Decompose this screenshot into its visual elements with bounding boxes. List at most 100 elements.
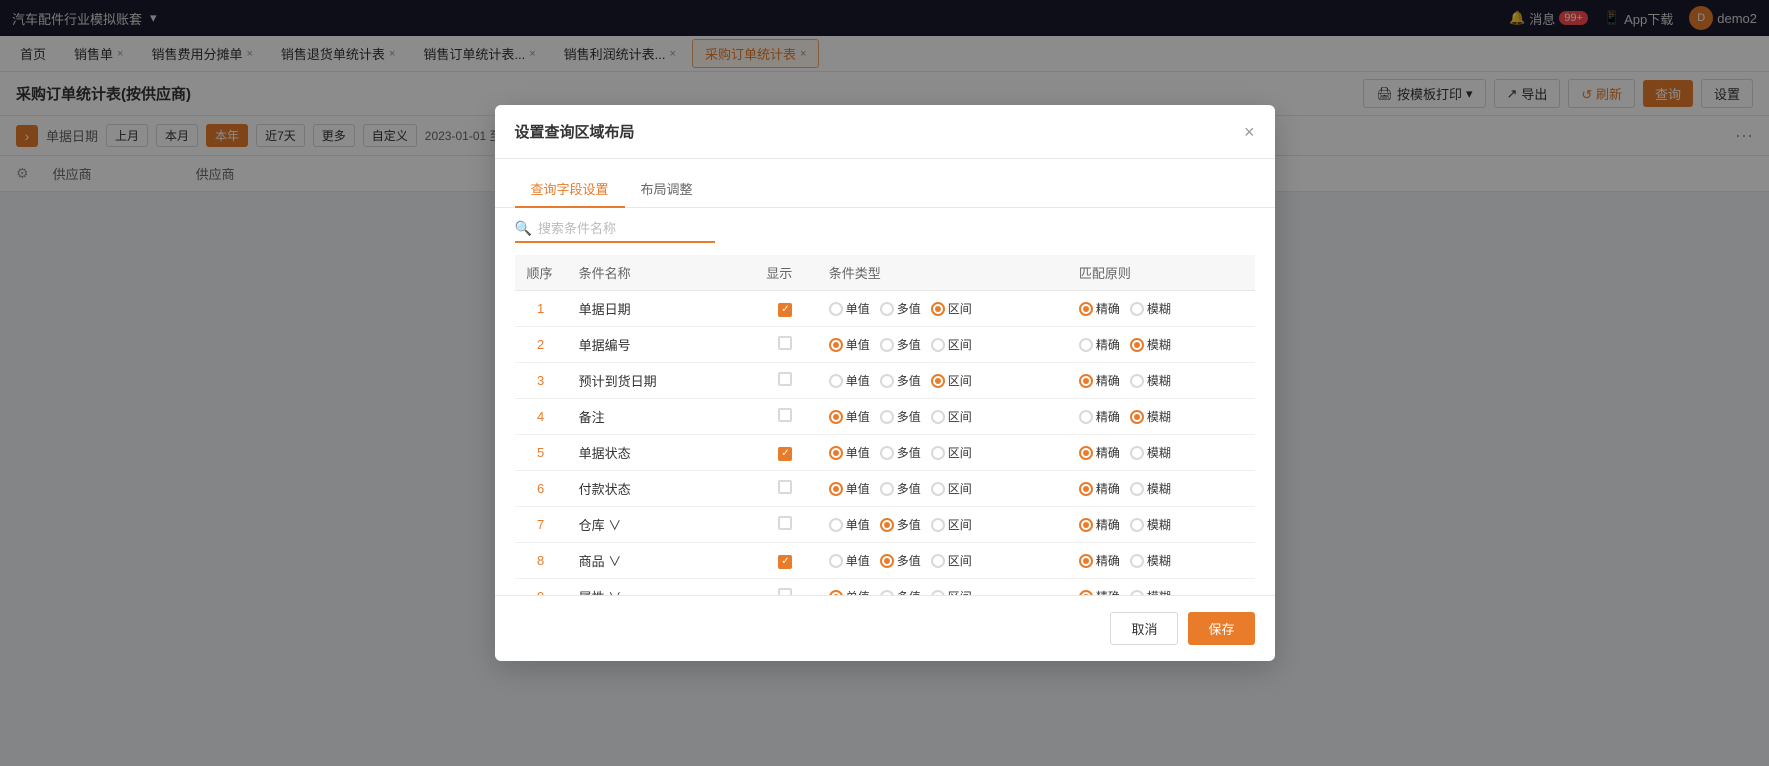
radio-type-1-1[interactable]: 多值 xyxy=(880,300,921,317)
row-match-4: 精确模糊 xyxy=(1067,399,1255,435)
row-order-7: 7 xyxy=(515,507,567,543)
radio-type-2-0[interactable]: 单值 xyxy=(829,336,870,353)
radio-type-3-2[interactable]: 区间 xyxy=(931,372,972,389)
row-type-1: 单值多值区间 xyxy=(817,291,1067,327)
row-order-1: 1 xyxy=(515,291,567,327)
radio-match-5-1[interactable]: 模糊 xyxy=(1130,444,1171,461)
radio-match-7-0[interactable]: 精确 xyxy=(1079,516,1120,533)
radio-type-9-2[interactable]: 区间 xyxy=(931,588,972,595)
row-display-checkbox-1[interactable] xyxy=(754,291,817,327)
radio-type-8-0[interactable]: 单值 xyxy=(829,552,870,569)
radio-match-6-1[interactable]: 模糊 xyxy=(1130,480,1171,497)
table-row: 6付款状态单值多值区间精确模糊 xyxy=(515,471,1255,507)
search-input[interactable] xyxy=(538,221,698,236)
checkbox-2[interactable] xyxy=(778,336,792,350)
checkbox-7[interactable] xyxy=(778,516,792,530)
radio-type-7-2[interactable]: 区间 xyxy=(931,516,972,533)
modal-tab-layout[interactable]: 布局调整 xyxy=(625,171,709,208)
row-display-checkbox-7[interactable] xyxy=(754,507,817,543)
radio-type-2-1[interactable]: 多值 xyxy=(880,336,921,353)
modal-header: 设置查询区域布局 × xyxy=(495,105,1275,159)
radio-match-3-1[interactable]: 模糊 xyxy=(1130,372,1171,389)
save-button[interactable]: 保存 xyxy=(1188,612,1254,645)
row-order-8: 8 xyxy=(515,543,567,579)
radio-type-8-2[interactable]: 区间 xyxy=(931,552,972,569)
row-type-2: 单值多值区间 xyxy=(817,327,1067,363)
row-match-7: 精确模糊 xyxy=(1067,507,1255,543)
modal-search-area: 🔍 xyxy=(495,208,1275,255)
radio-type-4-1[interactable]: 多值 xyxy=(880,408,921,425)
modal-body: 顺序 条件名称 显示 条件类型 匹配原则 1单据日期单值多值区间精确模糊2单据编… xyxy=(495,255,1275,595)
radio-type-4-0[interactable]: 单值 xyxy=(829,408,870,425)
checkbox-6[interactable] xyxy=(778,480,792,494)
radio-type-9-1[interactable]: 多值 xyxy=(880,588,921,595)
radio-type-7-0[interactable]: 单值 xyxy=(829,516,870,533)
row-type-5: 单值多值区间 xyxy=(817,435,1067,471)
radio-type-4-2[interactable]: 区间 xyxy=(931,408,972,425)
radio-match-4-0[interactable]: 精确 xyxy=(1079,408,1120,425)
radio-match-1-0[interactable]: 精确 xyxy=(1079,300,1120,317)
radio-match-8-0[interactable]: 精确 xyxy=(1079,552,1120,569)
row-display-checkbox-8[interactable] xyxy=(754,543,817,579)
radio-type-1-2[interactable]: 区间 xyxy=(931,300,972,317)
radio-type-5-1[interactable]: 多值 xyxy=(880,444,921,461)
row-type-4: 单值多值区间 xyxy=(817,399,1067,435)
th-match: 匹配原则 xyxy=(1067,255,1255,291)
th-order: 顺序 xyxy=(515,255,567,291)
radio-match-1-1[interactable]: 模糊 xyxy=(1130,300,1171,317)
radio-match-3-0[interactable]: 精确 xyxy=(1079,372,1120,389)
row-name-7: 仓库 ∨ xyxy=(567,507,755,543)
radio-type-1-0[interactable]: 单值 xyxy=(829,300,870,317)
table-row: 3预计到货日期单值多值区间精确模糊 xyxy=(515,363,1255,399)
checkbox-4[interactable] xyxy=(778,408,792,422)
row-display-checkbox-6[interactable] xyxy=(754,471,817,507)
modal-tab-layout-label: 布局调整 xyxy=(641,182,693,197)
row-display-checkbox-2[interactable] xyxy=(754,327,817,363)
row-match-5: 精确模糊 xyxy=(1067,435,1255,471)
row-display-checkbox-9[interactable] xyxy=(754,579,817,596)
checkbox-5[interactable] xyxy=(778,447,792,461)
cancel-button[interactable]: 取消 xyxy=(1110,612,1178,645)
radio-type-6-2[interactable]: 区间 xyxy=(931,480,972,497)
row-type-9: 单值 多值 区间 xyxy=(817,579,1067,596)
radio-type-8-1[interactable]: 多值 xyxy=(880,552,921,569)
modal-overlay: 设置查询区域布局 × 查询字段设置 布局调整 🔍 xyxy=(0,0,1769,766)
table-row: 5单据状态单值多值区间精确模糊 xyxy=(515,435,1255,471)
radio-match-2-0[interactable]: 精确 xyxy=(1079,336,1120,353)
row-display-checkbox-5[interactable] xyxy=(754,435,817,471)
radio-type-6-1[interactable]: 多值 xyxy=(880,480,921,497)
radio-match-6-0[interactable]: 精确 xyxy=(1079,480,1120,497)
row-match-8: 精确模糊 xyxy=(1067,543,1255,579)
modal-close-button[interactable]: × xyxy=(1244,123,1255,141)
radio-match-7-1[interactable]: 模糊 xyxy=(1130,516,1171,533)
th-name: 条件名称 xyxy=(567,255,755,291)
checkbox-3[interactable] xyxy=(778,372,792,386)
row-name-2: 单据编号 xyxy=(567,327,755,363)
radio-type-7-1[interactable]: 多值 xyxy=(880,516,921,533)
radio-type-3-0[interactable]: 单值 xyxy=(829,372,870,389)
row-name-8: 商品 ∨ xyxy=(567,543,755,579)
checkbox-1[interactable] xyxy=(778,303,792,317)
row-display-checkbox-4[interactable] xyxy=(754,399,817,435)
radio-type-3-1[interactable]: 多值 xyxy=(880,372,921,389)
row-name-9: 属性 ∨ xyxy=(567,579,755,596)
settings-modal: 设置查询区域布局 × 查询字段设置 布局调整 🔍 xyxy=(495,105,1275,661)
radio-match-8-1[interactable]: 模糊 xyxy=(1130,552,1171,569)
radio-type-5-2[interactable]: 区间 xyxy=(931,444,972,461)
radio-match-5-0[interactable]: 精确 xyxy=(1079,444,1120,461)
radio-match-4-1[interactable]: 模糊 xyxy=(1130,408,1171,425)
radio-type-2-2[interactable]: 区间 xyxy=(931,336,972,353)
row-display-checkbox-3[interactable] xyxy=(754,363,817,399)
radio-type-6-0[interactable]: 单值 xyxy=(829,480,870,497)
radio-match-9-0[interactable]: 精确 xyxy=(1079,588,1120,595)
row-name-4: 备注 xyxy=(567,399,755,435)
radio-match-9-1[interactable]: 模糊 xyxy=(1130,588,1171,595)
radio-type-9-0[interactable]: 单值 xyxy=(829,588,870,595)
modal-tab-query-fields[interactable]: 查询字段设置 xyxy=(515,171,625,208)
row-order-3: 3 xyxy=(515,363,567,399)
checkbox-9[interactable] xyxy=(778,588,792,595)
radio-type-5-0[interactable]: 单值 xyxy=(829,444,870,461)
checkbox-8[interactable] xyxy=(778,555,792,569)
radio-match-2-1[interactable]: 模糊 xyxy=(1130,336,1171,353)
row-match-6: 精确模糊 xyxy=(1067,471,1255,507)
